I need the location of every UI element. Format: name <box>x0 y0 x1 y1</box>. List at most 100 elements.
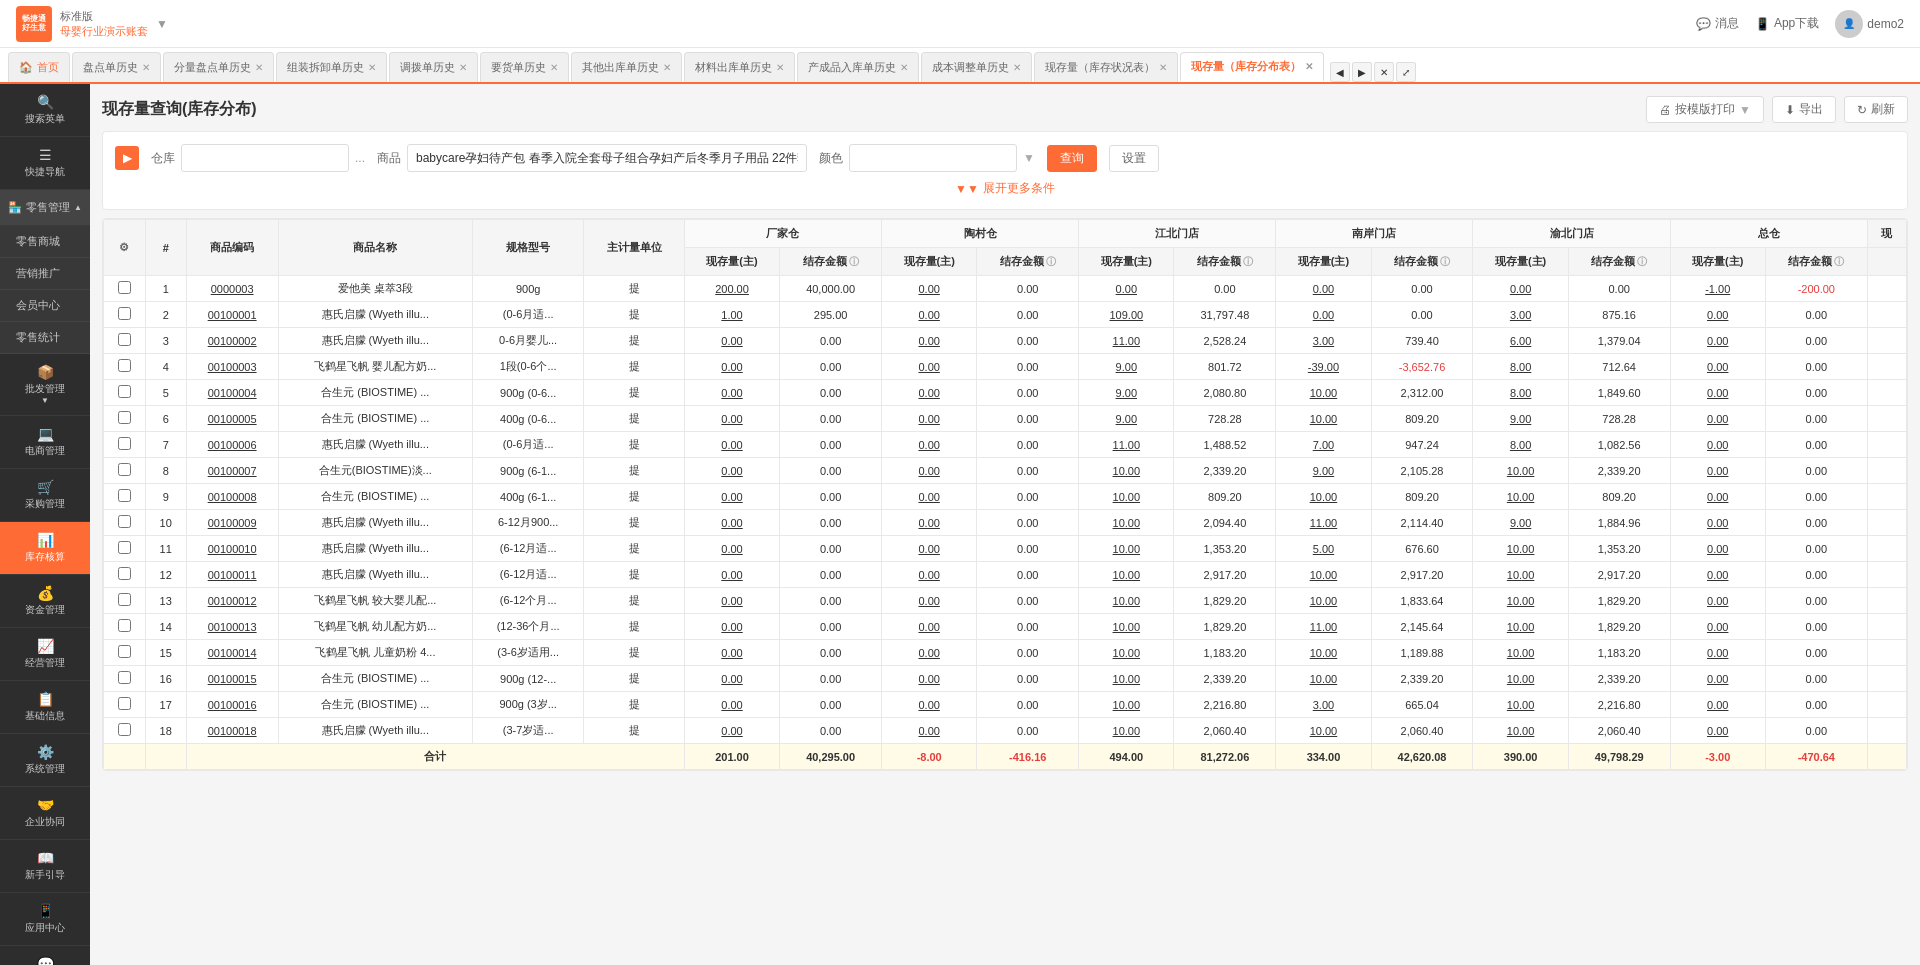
close-icon[interactable]: ✕ <box>1305 61 1313 72</box>
row-yb-stock[interactable]: 10.00 <box>1473 692 1568 718</box>
sidebar-item-system[interactable]: ⚙️ 系统管理 <box>0 734 90 787</box>
row-yb-stock[interactable]: 0.00 <box>1473 276 1568 302</box>
row-checkbox[interactable] <box>104 276 146 302</box>
row-checkbox[interactable] <box>104 484 146 510</box>
sidebar-item-ecommerce[interactable]: 💻 电商管理 <box>0 416 90 469</box>
row-code[interactable]: 00100002 <box>186 328 278 354</box>
row-checkbox[interactable] <box>104 328 146 354</box>
row-checkbox[interactable] <box>104 718 146 744</box>
tab-inventory-single[interactable]: 盘点单历史 ✕ <box>72 52 161 82</box>
row-code[interactable]: 00100016 <box>186 692 278 718</box>
row-na-stock[interactable]: 10.00 <box>1276 562 1371 588</box>
row-jb-stock[interactable]: 11.00 <box>1079 432 1174 458</box>
row-yb-stock[interactable]: 6.00 <box>1473 328 1568 354</box>
tab-next-btn[interactable]: ▶ <box>1352 62 1372 82</box>
row-jb-stock[interactable]: 10.00 <box>1079 536 1174 562</box>
row-total-stock[interactable]: 0.00 <box>1670 562 1765 588</box>
row-total-stock[interactable]: 0.00 <box>1670 536 1765 562</box>
row-yb-stock[interactable]: 10.00 <box>1473 458 1568 484</box>
row-checkbox[interactable] <box>104 458 146 484</box>
sidebar-item-guide[interactable]: 📖 新手引导 <box>0 840 90 893</box>
tab-material-out[interactable]: 材料出库单历史 ✕ <box>684 52 795 82</box>
row-vw-stock[interactable]: 0.00 <box>882 562 977 588</box>
tab-cost-adjust[interactable]: 成本调整单历史 ✕ <box>921 52 1032 82</box>
row-na-stock[interactable]: 11.00 <box>1276 614 1371 640</box>
row-vw-stock[interactable]: 0.00 <box>882 614 977 640</box>
row-total-stock[interactable]: 0.00 <box>1670 510 1765 536</box>
row-na-stock[interactable]: 10.00 <box>1276 640 1371 666</box>
row-checkbox[interactable] <box>104 432 146 458</box>
tab-demand[interactable]: 要货单历史 ✕ <box>480 52 569 82</box>
row-na-stock[interactable]: -39.00 <box>1276 354 1371 380</box>
row-jb-stock[interactable]: 11.00 <box>1079 328 1174 354</box>
row-yb-stock[interactable]: 10.00 <box>1473 484 1568 510</box>
print-btn[interactable]: 🖨 按模版打印 ▼ <box>1646 96 1764 123</box>
row-yb-stock[interactable]: 10.00 <box>1473 640 1568 666</box>
sidebar-item-wholesale[interactable]: 📦 批发管理 ▼ <box>0 354 90 416</box>
messages-btn[interactable]: 💬 消息 <box>1696 15 1739 32</box>
row-checkbox[interactable] <box>104 536 146 562</box>
row-yb-stock[interactable]: 3.00 <box>1473 302 1568 328</box>
row-code[interactable]: 00100001 <box>186 302 278 328</box>
tab-assembly[interactable]: 组装拆卸单历史 ✕ <box>276 52 387 82</box>
row-total-stock[interactable]: 0.00 <box>1670 328 1765 354</box>
row-jb-stock[interactable]: 109.00 <box>1079 302 1174 328</box>
row-vw-stock[interactable]: 0.00 <box>882 640 977 666</box>
row-total-stock[interactable]: 0.00 <box>1670 718 1765 744</box>
tab-product-in[interactable]: 产成品入库单历史 ✕ <box>797 52 919 82</box>
app-download-btn[interactable]: 📱 App下载 <box>1755 15 1819 32</box>
row-na-stock[interactable]: 10.00 <box>1276 666 1371 692</box>
row-fw-stock[interactable]: 0.00 <box>684 328 779 354</box>
sidebar-item-purchase[interactable]: 🛒 采购管理 <box>0 469 90 522</box>
row-code[interactable]: 00100012 <box>186 588 278 614</box>
row-total-stock[interactable]: 0.00 <box>1670 380 1765 406</box>
row-total-stock[interactable]: -1.00 <box>1670 276 1765 302</box>
row-jb-stock[interactable]: 10.00 <box>1079 562 1174 588</box>
row-code[interactable]: 00100006 <box>186 432 278 458</box>
row-fw-stock[interactable]: 0.00 <box>684 510 779 536</box>
row-na-stock[interactable]: 7.00 <box>1276 432 1371 458</box>
row-na-stock[interactable]: 10.00 <box>1276 484 1371 510</box>
tab-home[interactable]: 🏠 首页 <box>8 52 70 82</box>
row-vw-stock[interactable]: 0.00 <box>882 666 977 692</box>
row-code[interactable]: 00100015 <box>186 666 278 692</box>
sidebar-item-basic[interactable]: 📋 基础信息 <box>0 681 90 734</box>
row-code[interactable]: 00100010 <box>186 536 278 562</box>
row-vw-stock[interactable]: 0.00 <box>882 432 977 458</box>
row-na-stock[interactable]: 9.00 <box>1276 458 1371 484</box>
close-icon[interactable]: ✕ <box>142 62 150 73</box>
row-fw-stock[interactable]: 200.00 <box>684 276 779 302</box>
row-vw-stock[interactable]: 0.00 <box>882 692 977 718</box>
row-na-stock[interactable]: 0.00 <box>1276 276 1371 302</box>
tab-branch-inventory[interactable]: 分量盘点单历史 ✕ <box>163 52 274 82</box>
row-fw-stock[interactable]: 0.00 <box>684 406 779 432</box>
row-fw-stock[interactable]: 0.00 <box>684 536 779 562</box>
row-fw-stock[interactable]: 1.00 <box>684 302 779 328</box>
row-vw-stock[interactable]: 0.00 <box>882 458 977 484</box>
row-yb-stock[interactable]: 9.00 <box>1473 510 1568 536</box>
row-checkbox[interactable] <box>104 640 146 666</box>
row-code[interactable]: 00100007 <box>186 458 278 484</box>
row-code[interactable]: 00100018 <box>186 718 278 744</box>
row-vw-stock[interactable]: 0.00 <box>882 484 977 510</box>
row-jb-stock[interactable]: 0.00 <box>1079 276 1174 302</box>
row-code[interactable]: 00100005 <box>186 406 278 432</box>
row-total-stock[interactable]: 0.00 <box>1670 614 1765 640</box>
row-yb-stock[interactable]: 10.00 <box>1473 562 1568 588</box>
row-total-stock[interactable]: 0.00 <box>1670 588 1765 614</box>
tab-stock-status[interactable]: 现存量（库存状况表） ✕ <box>1034 52 1178 82</box>
row-na-stock[interactable]: 3.00 <box>1276 692 1371 718</box>
sidebar-item-retail-shop[interactable]: 零售商城 <box>0 226 90 258</box>
close-icon[interactable]: ✕ <box>459 62 467 73</box>
row-checkbox[interactable] <box>104 354 146 380</box>
row-fw-stock[interactable]: 0.00 <box>684 562 779 588</box>
row-fw-stock[interactable]: 0.00 <box>684 718 779 744</box>
row-jb-stock[interactable]: 9.00 <box>1079 380 1174 406</box>
row-checkbox[interactable] <box>104 614 146 640</box>
row-total-stock[interactable]: 0.00 <box>1670 692 1765 718</box>
row-yb-stock[interactable]: 10.00 <box>1473 614 1568 640</box>
row-vw-stock[interactable]: 0.00 <box>882 718 977 744</box>
row-total-stock[interactable]: 0.00 <box>1670 432 1765 458</box>
close-icon[interactable]: ✕ <box>1159 62 1167 73</box>
row-jb-stock[interactable]: 10.00 <box>1079 458 1174 484</box>
